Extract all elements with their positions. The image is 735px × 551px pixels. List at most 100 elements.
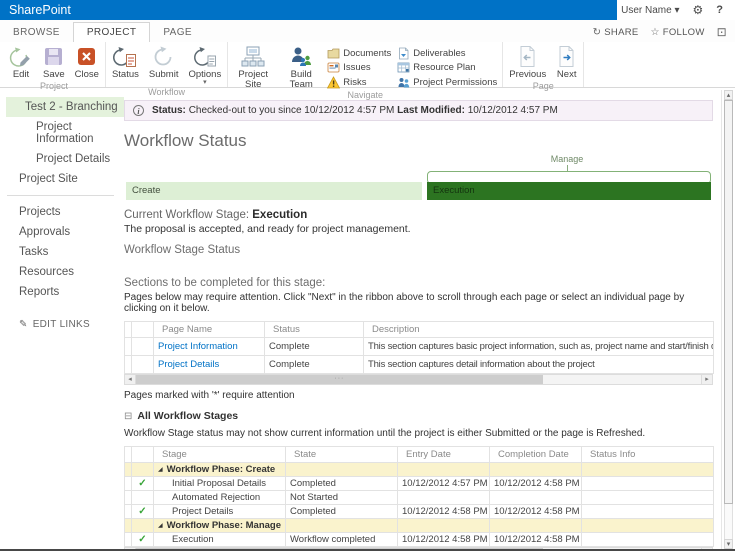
sections-note: Pages below may require attention. Click…: [124, 292, 713, 314]
current-workflow-stage: Current Workflow Stage: Execution: [124, 209, 713, 221]
edit-button[interactable]: Edit: [4, 44, 38, 81]
status-button[interactable]: Status: [107, 44, 144, 81]
edit-pencil-icon: [9, 45, 33, 68]
stages-table-header: Stage State Entry Date Completion Date S…: [125, 447, 714, 463]
tab-page[interactable]: PAGE: [150, 23, 205, 42]
previous-button[interactable]: Previous: [504, 44, 551, 81]
resource-plan-button[interactable]: Resource Plan: [397, 62, 497, 74]
phase-row-manage: ◢Workflow Phase: Manage: [125, 519, 714, 533]
edit-links-button[interactable]: ✎ EDIT LINKS: [19, 319, 124, 330]
page-link-project-details[interactable]: Project Details: [158, 359, 219, 370]
suite-bar: SharePoint User Name ▾ ⚙ ?: [0, 0, 735, 20]
all-workflow-stages-heading[interactable]: ⊟ All Workflow Stages: [124, 410, 713, 422]
vertical-scrollbar[interactable]: ▴ ▾: [721, 90, 733, 549]
close-button[interactable]: Close: [70, 44, 104, 81]
team-people-icon: [289, 45, 313, 68]
checkmark-icon: ✓: [132, 477, 154, 491]
folder-icon: [327, 47, 340, 60]
workflow-stage-visual: Manage Create Execution: [124, 153, 713, 200]
sitemap-icon: [241, 45, 265, 68]
close-x-icon: [77, 45, 96, 68]
ribbon-group-project: Edit Save Close Project: [3, 42, 106, 87]
project-permissions-button[interactable]: Project Permissions: [397, 76, 497, 88]
all-stages-note: Workflow Stage status may not show curre…: [124, 428, 713, 439]
pages-table: Page Name Status Description Project Inf…: [124, 321, 714, 374]
star-icon: ☆: [651, 27, 660, 38]
attention-note: Pages marked with '*' require attention: [124, 390, 713, 401]
ribbon-group-workflow: Status Submit Options ▾ Workflow: [106, 42, 228, 87]
tab-project[interactable]: PROJECT: [73, 22, 150, 42]
sharepoint-window: SharePoint User Name ▾ ⚙ ? BROWSE PROJEC…: [0, 0, 735, 551]
focus-mode-icon[interactable]: ⊡: [717, 25, 727, 39]
table-row: ✓ Execution Workflow completed 10/12/201…: [125, 533, 714, 547]
sidebar-item-reports[interactable]: Reports: [0, 282, 124, 302]
chevron-down-icon: ▾: [203, 80, 207, 86]
sidebar-item-projects[interactable]: Projects: [0, 202, 124, 222]
submit-button[interactable]: Submit: [144, 44, 184, 81]
help-icon[interactable]: ?: [716, 4, 723, 16]
hscroll-thumb[interactable]: ···: [136, 375, 543, 384]
scroll-right-icon[interactable]: ▸: [701, 375, 712, 384]
brand: SharePoint: [0, 0, 617, 20]
sidebar-divider: [7, 195, 114, 196]
ribbon-group-page: Previous Next Page: [503, 42, 584, 87]
options-button[interactable]: Options ▾: [183, 44, 226, 87]
project-site-button[interactable]: Project Site: [229, 44, 277, 90]
left-navigation: Test 2 - Branching Project Information P…: [0, 88, 124, 551]
table-row: Project Details Complete This section ca…: [125, 356, 714, 374]
stages-table-hscrollbar[interactable]: ◂ ··· ▸: [124, 547, 713, 551]
pencil-icon: ✎: [19, 319, 28, 330]
user-menu[interactable]: User Name ▾: [621, 5, 679, 16]
manage-phase-label: Manage: [537, 154, 597, 164]
floppy-disk-icon: [44, 45, 63, 68]
sidebar-item-test2-branching[interactable]: Test 2 - Branching: [6, 97, 124, 117]
deliverables-button[interactable]: Deliverables: [397, 47, 497, 59]
ribbon-group-navigate: Project Site Build Team Documents Is: [228, 42, 503, 87]
group-arrow-icon: ◢: [158, 467, 163, 473]
vscroll-thumb[interactable]: [724, 100, 733, 504]
scroll-down-icon[interactable]: ▾: [724, 539, 733, 549]
page-link-project-information[interactable]: Project Information: [158, 341, 238, 352]
documents-button[interactable]: Documents: [327, 47, 391, 59]
issues-button[interactable]: Issues: [327, 62, 391, 74]
scroll-left-icon[interactable]: ◂: [125, 375, 136, 384]
next-button[interactable]: Next: [551, 44, 582, 81]
main-content: i Status: Checked-out to you since 10/12…: [124, 88, 713, 551]
risks-button[interactable]: Risks: [327, 76, 391, 88]
scroll-up-icon[interactable]: ▴: [724, 90, 733, 100]
workflow-stages-table: Stage State Entry Date Completion Date S…: [124, 446, 714, 547]
options-icon: [193, 45, 217, 68]
build-team-button[interactable]: Build Team: [277, 44, 325, 90]
ribbon-tab-row: BROWSE PROJECT PAGE ↻ SHARE ☆ FOLLOW ⊡: [0, 20, 735, 42]
follow-button[interactable]: ☆ FOLLOW: [651, 27, 705, 38]
share-icon: ↻: [593, 27, 602, 38]
status-bar: i Status: Checked-out to you since 10/12…: [124, 100, 713, 121]
table-grid-icon: [397, 61, 410, 74]
tab-browse[interactable]: BROWSE: [0, 23, 73, 42]
people-icon: [397, 76, 410, 89]
share-button[interactable]: ↻ SHARE: [593, 27, 639, 38]
submit-arrow-icon: [153, 45, 175, 68]
warning-triangle-icon: [327, 76, 340, 89]
sidebar-item-project-site[interactable]: Project Site: [0, 169, 124, 189]
execution-stage-bar[interactable]: Execution: [427, 182, 711, 200]
phase-row-create: ◢Workflow Phase: Create: [125, 463, 714, 477]
collapse-icon[interactable]: ⊟: [124, 411, 132, 422]
next-page-icon: [556, 45, 577, 68]
sidebar-item-resources[interactable]: Resources: [0, 262, 124, 282]
checkmark-icon: ✓: [132, 505, 154, 519]
sidebar-item-project-information[interactable]: Project Information: [0, 117, 124, 149]
workflow-status-icon: [113, 45, 137, 68]
save-button[interactable]: Save: [38, 44, 70, 81]
gear-icon[interactable]: ⚙: [693, 3, 704, 17]
checkmark-icon: ✓: [132, 533, 154, 547]
chevron-down-icon: ▾: [674, 5, 679, 16]
sidebar-item-approvals[interactable]: Approvals: [0, 222, 124, 242]
create-phase-bar[interactable]: Create: [126, 182, 422, 200]
sidebar-item-project-details[interactable]: Project Details: [0, 149, 124, 169]
sections-heading: Sections to be completed for this stage:: [124, 277, 713, 289]
pages-table-hscrollbar[interactable]: ◂ ··· ▸: [124, 374, 713, 385]
info-icon: i: [133, 105, 144, 116]
status-bar-text: Status: Checked-out to you since 10/12/2…: [152, 105, 558, 116]
sidebar-item-tasks[interactable]: Tasks: [0, 242, 124, 262]
